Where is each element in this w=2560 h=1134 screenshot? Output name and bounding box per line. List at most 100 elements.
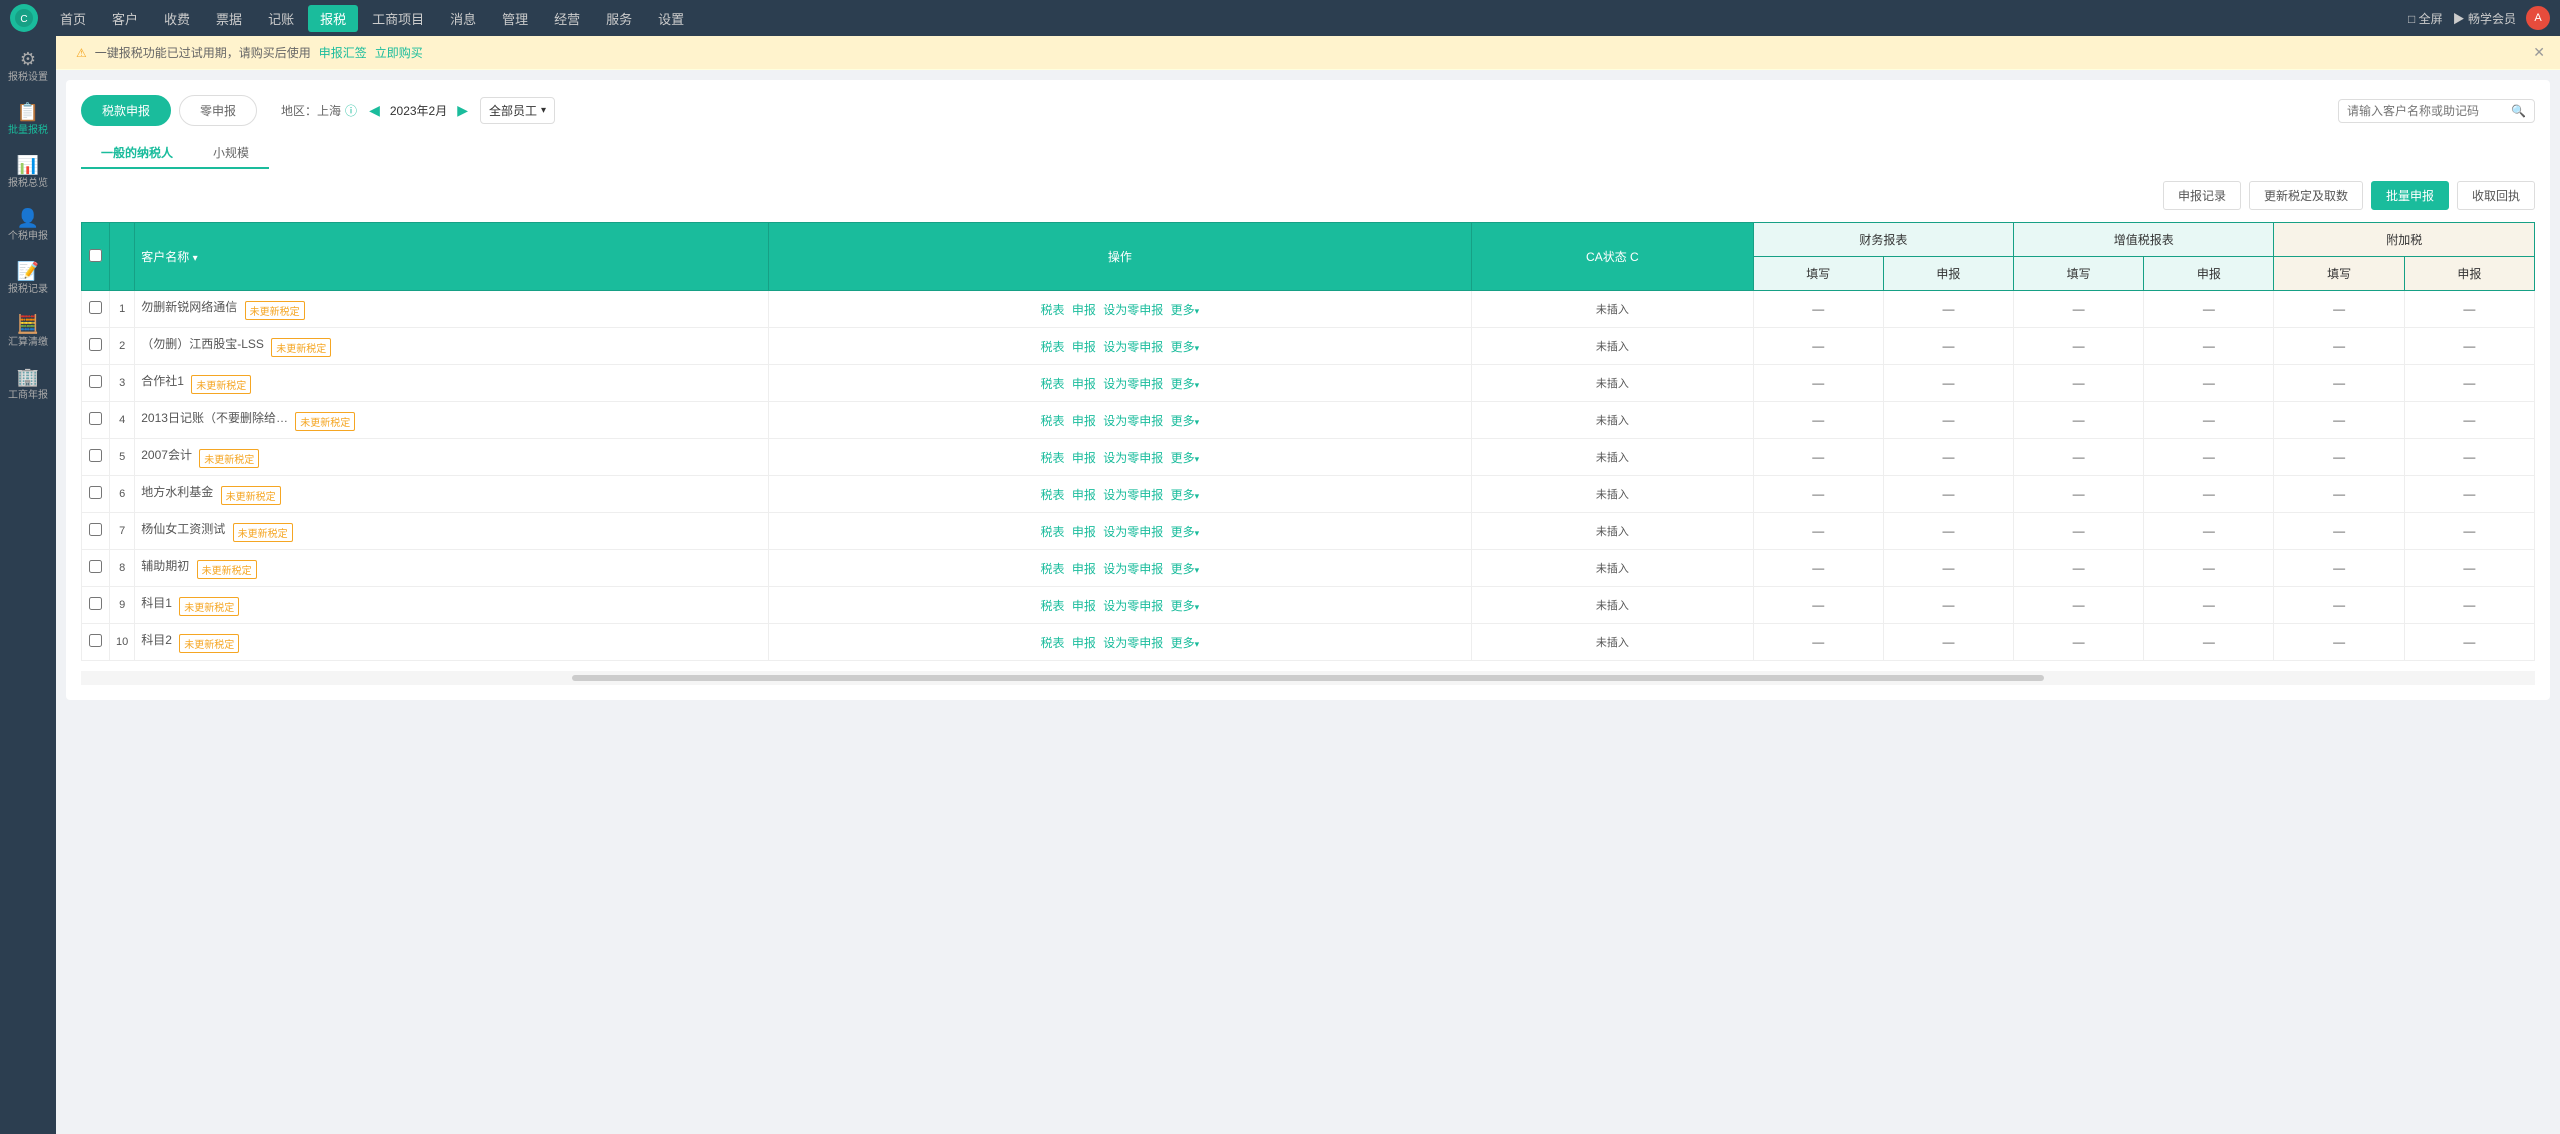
nav-manage[interactable]: 管理 <box>490 5 540 32</box>
row-checkbox[interactable] <box>89 523 102 536</box>
nav-invoice[interactable]: 票据 <box>204 5 254 32</box>
chevron-down-icon: ▾ <box>541 105 546 116</box>
vip-btn[interactable]: ▶ 畅学会员 <box>2453 10 2516 27</box>
op-submit[interactable]: 申报 <box>1072 562 1096 576</box>
row-add-fill: — <box>2274 587 2404 624</box>
nav-home[interactable]: 首页 <box>48 5 98 32</box>
sidebar-item-baoshuishezhi[interactable]: ⚙ 报税设置 <box>0 41 56 92</box>
op-submit[interactable]: 申报 <box>1072 303 1096 317</box>
op-more[interactable]: 更多▾ <box>1171 525 1200 539</box>
sidebar-item-piliangshuibao[interactable]: 📋 批量报税 <box>0 94 56 145</box>
sidebar-item-gongshangnian[interactable]: 🏢 工商年报 <box>0 359 56 410</box>
banner-close-btn[interactable]: ✕ <box>2533 44 2545 61</box>
row-tax-fill: — <box>2014 365 2144 402</box>
row-checkbox[interactable] <box>89 412 102 425</box>
op-zero[interactable]: 设为零申报 <box>1103 414 1163 428</box>
nav-service[interactable]: 服务 <box>594 5 644 32</box>
op-more[interactable]: 更多▾ <box>1171 377 1200 391</box>
op-taxform[interactable]: 税表 <box>1041 525 1065 539</box>
row-add-fill: — <box>2274 365 2404 402</box>
op-taxform[interactable]: 税表 <box>1041 303 1065 317</box>
nav-tax[interactable]: 报税 <box>308 5 358 32</box>
sidebar-item-jilu[interactable]: 📝 报税记录 <box>0 253 56 304</box>
staff-select[interactable]: 全部员工 ▾ <box>480 97 555 124</box>
op-zero[interactable]: 设为零申报 <box>1103 451 1163 465</box>
shouhui-btn[interactable]: 收取回执 <box>2457 181 2535 210</box>
op-zero[interactable]: 设为零申报 <box>1103 303 1163 317</box>
row-checkbox[interactable] <box>89 597 102 610</box>
nav-message[interactable]: 消息 <box>438 5 488 32</box>
row-checkbox[interactable] <box>89 338 102 351</box>
op-more[interactable]: 更多▾ <box>1171 340 1200 354</box>
op-more[interactable]: 更多▾ <box>1171 303 1200 317</box>
buy-link[interactable]: 立即购买 <box>375 44 423 61</box>
search-input[interactable] <box>2347 104 2507 118</box>
info-icon[interactable]: ⓘ <box>345 102 357 119</box>
nav-customer[interactable]: 客户 <box>100 5 150 32</box>
op-zero[interactable]: 设为零申报 <box>1103 488 1163 502</box>
op-submit[interactable]: 申报 <box>1072 599 1096 613</box>
op-more[interactable]: 更多▾ <box>1171 562 1200 576</box>
op-submit[interactable]: 申报 <box>1072 340 1096 354</box>
select-all-checkbox[interactable] <box>89 249 102 262</box>
nav-operation[interactable]: 经营 <box>542 5 592 32</box>
op-more[interactable]: 更多▾ <box>1171 414 1200 428</box>
op-submit[interactable]: 申报 <box>1072 377 1096 391</box>
row-checkbox[interactable] <box>89 375 102 388</box>
op-submit[interactable]: 申报 <box>1072 451 1096 465</box>
subtab-xiaoguimo[interactable]: 小规模 <box>193 138 269 169</box>
more-chevron-icon: ▾ <box>1195 528 1200 538</box>
row-checkbox[interactable] <box>89 449 102 462</box>
tab-lingbao[interactable]: 零申报 <box>179 95 257 126</box>
op-taxform[interactable]: 税表 <box>1041 488 1065 502</box>
sidebar-item-jisuanqingchu[interactable]: 🧮 汇算清缴 <box>0 306 56 357</box>
row-ca: 未插入 <box>1472 402 1753 439</box>
nav-fee[interactable]: 收费 <box>152 5 202 32</box>
row-checkbox[interactable] <box>89 560 102 573</box>
nav-business[interactable]: 工商项目 <box>360 5 436 32</box>
op-more[interactable]: 更多▾ <box>1171 636 1200 650</box>
op-submit[interactable]: 申报 <box>1072 488 1096 502</box>
fullscreen-btn[interactable]: □ 全屏 <box>2408 10 2443 27</box>
nav-accounting[interactable]: 记账 <box>256 5 306 32</box>
sidebar-item-baoshuzonglan[interactable]: 📊 报税总览 <box>0 147 56 198</box>
op-zero[interactable]: 设为零申报 <box>1103 599 1163 613</box>
horizontal-scrollbar[interactable] <box>81 671 2535 685</box>
row-name: 2013日记账（不要删除给… 未更新税定 <box>135 402 768 439</box>
row-checkbox[interactable] <box>89 301 102 314</box>
op-taxform[interactable]: 税表 <box>1041 377 1065 391</box>
op-submit[interactable]: 申报 <box>1072 525 1096 539</box>
op-more[interactable]: 更多▾ <box>1171 488 1200 502</box>
op-submit[interactable]: 申报 <box>1072 414 1096 428</box>
next-period-btn[interactable]: ▶ <box>453 102 472 119</box>
th-additional-tax: 附加税 <box>2274 223 2535 257</box>
op-taxform[interactable]: 税表 <box>1041 599 1065 613</box>
piliang-shenbao-btn[interactable]: 批量申报 <box>2371 181 2449 210</box>
op-taxform[interactable]: 税表 <box>1041 340 1065 354</box>
op-taxform[interactable]: 税表 <box>1041 636 1065 650</box>
op-zero[interactable]: 设为零申报 <box>1103 525 1163 539</box>
op-submit[interactable]: 申报 <box>1072 636 1096 650</box>
op-zero[interactable]: 设为零申报 <box>1103 636 1163 650</box>
gengxin-btn[interactable]: 更新税定及取数 <box>2249 181 2363 210</box>
search-icon[interactable]: 🔍 <box>2511 104 2526 118</box>
op-taxform[interactable]: 税表 <box>1041 451 1065 465</box>
op-taxform[interactable]: 税表 <box>1041 562 1065 576</box>
th-num <box>110 223 135 291</box>
report-link[interactable]: 申报汇签 <box>319 44 367 61</box>
subtab-yiban[interactable]: 一般的纳税人 <box>81 138 193 169</box>
op-zero[interactable]: 设为零申报 <box>1103 377 1163 391</box>
op-more[interactable]: 更多▾ <box>1171 599 1200 613</box>
prev-period-btn[interactable]: ◀ <box>365 102 384 119</box>
op-more[interactable]: 更多▾ <box>1171 451 1200 465</box>
tab-shenbao[interactable]: 税款申报 <box>81 95 171 126</box>
row-checkbox[interactable] <box>89 634 102 647</box>
avatar[interactable]: A <box>2526 6 2550 30</box>
op-taxform[interactable]: 税表 <box>1041 414 1065 428</box>
op-zero[interactable]: 设为零申报 <box>1103 340 1163 354</box>
shenbao-jilu-btn[interactable]: 申报记录 <box>2163 181 2241 210</box>
op-zero[interactable]: 设为零申报 <box>1103 562 1163 576</box>
sidebar-item-geshen[interactable]: 👤 个税申报 <box>0 200 56 251</box>
nav-settings[interactable]: 设置 <box>646 5 696 32</box>
row-checkbox[interactable] <box>89 486 102 499</box>
